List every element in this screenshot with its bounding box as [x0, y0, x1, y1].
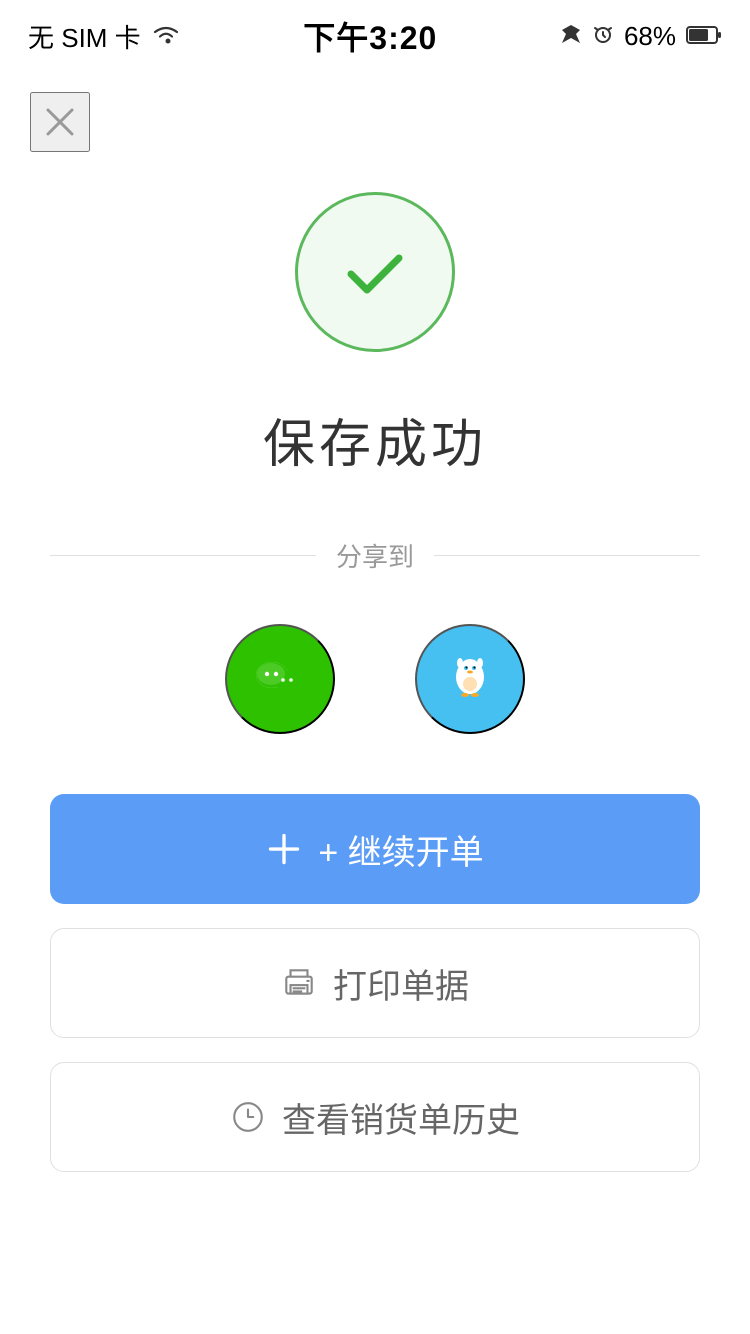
share-divider: 分享到 — [50, 537, 700, 574]
status-left: 无 SIM 卡 — [28, 18, 181, 55]
status-time: 下午3:20 — [303, 13, 437, 59]
main-content: 保存成功 分享到 — [0, 152, 750, 1334]
wifi-icon — [151, 21, 181, 52]
share-label: 分享到 — [336, 537, 414, 574]
wechat-share-button[interactable] — [225, 624, 335, 734]
alarm-icon — [592, 21, 614, 52]
continue-label: + 继续开单 — [318, 825, 483, 874]
action-buttons: + 继续开单 打印单据 查看销货单历史 — [50, 794, 700, 1172]
status-right: 68% — [560, 21, 722, 52]
qq-share-button[interactable] — [415, 624, 525, 734]
print-label: 打印单据 — [333, 959, 469, 1008]
success-icon-circle — [295, 192, 455, 352]
print-button[interactable]: 打印单据 — [50, 928, 700, 1038]
no-sim-label: 无 SIM 卡 — [28, 18, 141, 55]
location-icon — [560, 21, 582, 52]
success-title: 保存成功 — [263, 402, 487, 477]
history-label: 查看销货单历史 — [282, 1093, 520, 1142]
share-section: 分享到 — [50, 537, 700, 734]
status-bar: 无 SIM 卡 下午3:20 68% — [0, 0, 750, 72]
close-button[interactable] — [30, 92, 90, 152]
history-button[interactable]: 查看销货单历史 — [50, 1062, 700, 1172]
share-icons — [50, 624, 700, 734]
battery-label: 68% — [624, 21, 676, 52]
battery-icon — [686, 21, 722, 52]
continue-button[interactable]: + 继续开单 — [50, 794, 700, 904]
